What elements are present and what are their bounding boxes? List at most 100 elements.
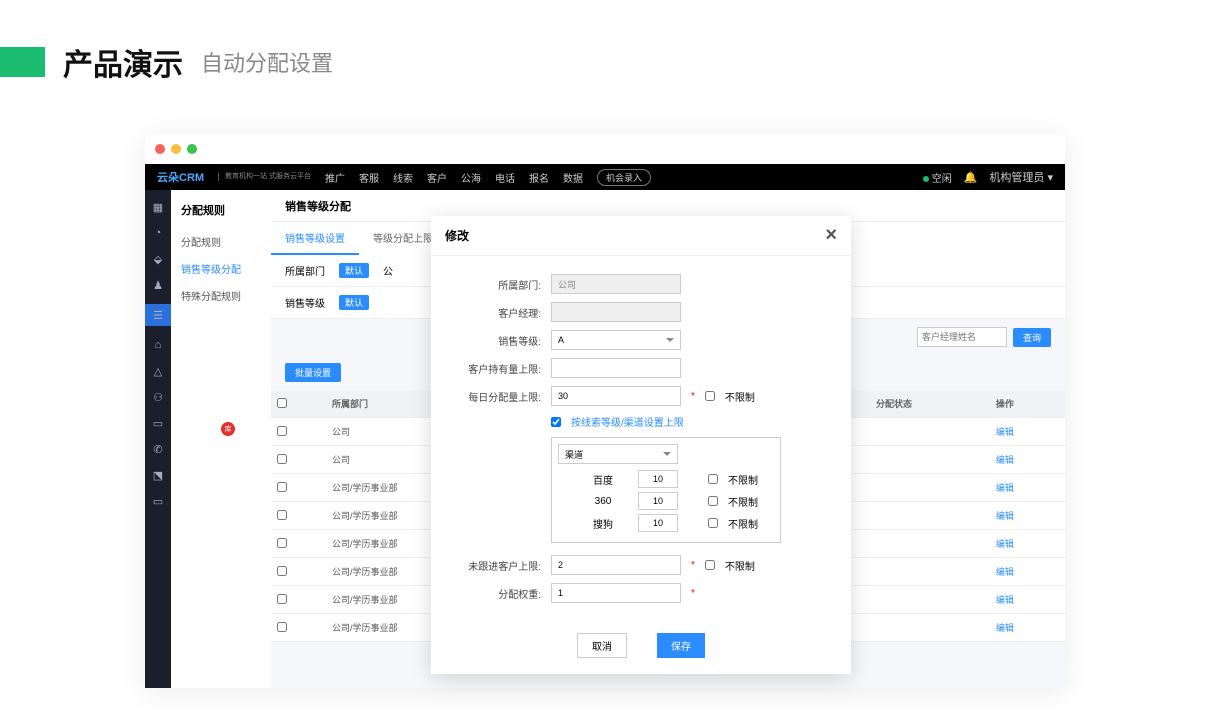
batch-set-button[interactable]: 批量设置 (285, 363, 341, 382)
top-nav: 云朵CRM 教育机构一站 式服务云平台 推广 客服 线索 客户 公海 电话 报名… (145, 164, 1065, 190)
save-button[interactable]: 保存 (657, 633, 705, 658)
logo-subtitle: 教育机构一站 式服务云平台 (218, 173, 311, 181)
input-unfollow[interactable] (551, 555, 681, 575)
channel-nolimit-cb[interactable] (708, 518, 718, 528)
row-checkbox[interactable] (277, 622, 287, 632)
row-checkbox[interactable] (277, 594, 287, 604)
edit-link[interactable]: 编辑 (990, 474, 1065, 502)
rail-dashboard-icon[interactable]: ▦ (151, 200, 165, 214)
edit-modal: 修改 × 所属部门: 客户经理: 销售等级: A 客户持有量上限: (431, 216, 851, 674)
sidebar-title: 分配规则 (171, 202, 271, 228)
nav-leads[interactable]: 线索 (393, 170, 413, 185)
edit-link[interactable]: 编辑 (990, 558, 1065, 586)
filter-dept-label: 所属部门 (285, 263, 325, 278)
rail-card-icon[interactable]: ▭ (151, 494, 165, 508)
edit-link[interactable]: 编辑 (990, 530, 1065, 558)
tab-level-setting[interactable]: 销售等级设置 (271, 222, 359, 255)
icon-rail: ▦ ◔ ⬙ ♟ ☰ ⌂ △ ⚇ ▭ ✆ ⬔ ▭ (145, 190, 171, 688)
channel-nolimit-cb[interactable] (708, 474, 718, 484)
cb-by-channel[interactable] (551, 417, 561, 427)
label-hold: 客户持有量上限: (451, 361, 541, 376)
edit-link[interactable]: 编辑 (990, 614, 1065, 642)
user-menu[interactable]: 机构管理员 ▾ (989, 169, 1053, 185)
label-dept: 所属部门: (451, 277, 541, 292)
channel-box: 渠道 百度不限制360不限制搜狗不限制 (551, 437, 781, 543)
float-badge[interactable]: 库 (221, 422, 235, 436)
cb-unfollow-nolimit[interactable] (705, 560, 715, 570)
input-manager (551, 302, 681, 322)
label-level: 销售等级: (451, 333, 541, 348)
rail-assign-icon[interactable]: ☰ (145, 304, 171, 326)
row-checkbox[interactable] (277, 538, 287, 548)
cb-daily-nolimit[interactable] (705, 391, 715, 401)
cancel-button[interactable]: 取消 (577, 633, 627, 658)
label-daily: 每日分配量上限: (451, 389, 541, 404)
rail-user-icon[interactable]: ♟ (151, 278, 165, 292)
row-checkbox[interactable] (277, 482, 287, 492)
nav-data[interactable]: 数据 (563, 170, 583, 185)
th-action: 操作 (990, 390, 1065, 418)
edit-link[interactable]: 编辑 (990, 418, 1065, 446)
search-button[interactable]: 查询 (1013, 328, 1051, 347)
filter-level-label: 销售等级 (285, 295, 325, 310)
edit-link[interactable]: 编辑 (990, 446, 1065, 474)
label-weight: 分配权重: (451, 586, 541, 601)
channel-input[interactable] (638, 514, 678, 532)
row-checkbox[interactable] (277, 454, 287, 464)
input-hold[interactable] (551, 358, 681, 378)
channel-name: 百度 (578, 472, 628, 487)
select-channel[interactable]: 渠道 (558, 444, 678, 464)
rail-chart-icon[interactable]: ⬙ (151, 252, 165, 266)
filter-dept-tag[interactable]: 默认 (339, 263, 369, 278)
th-checkbox[interactable] (271, 390, 326, 418)
nav-pool[interactable]: 公海 (461, 170, 481, 185)
edit-link[interactable]: 编辑 (990, 502, 1065, 530)
channel-name: 360 (578, 496, 628, 507)
label-manager: 客户经理: (451, 305, 541, 320)
input-weight[interactable] (551, 583, 681, 603)
channel-nolimit-label: 不限制 (728, 494, 758, 509)
channel-input[interactable] (638, 492, 678, 510)
row-checkbox[interactable] (277, 510, 287, 520)
rail-doc-icon[interactable]: ▭ (151, 416, 165, 430)
nav-promo[interactable]: 推广 (325, 170, 345, 185)
select-level[interactable]: A (551, 330, 681, 350)
rail-warn-icon[interactable]: △ (151, 364, 165, 378)
search-input[interactable] (917, 327, 1007, 347)
app-window: 云朵CRM 教育机构一站 式服务云平台 推广 客服 线索 客户 公海 电话 报名… (145, 134, 1065, 688)
logo: 云朵CRM (157, 169, 204, 185)
status-indicator: 空闲 (923, 170, 952, 185)
close-dot[interactable] (155, 144, 165, 154)
channel-nolimit-label: 不限制 (728, 516, 758, 531)
nav-phone[interactable]: 电话 (495, 170, 515, 185)
rail-person-icon[interactable]: ⚇ (151, 390, 165, 404)
sidebar-item-rules[interactable]: 分配规则 (171, 228, 271, 255)
opportunity-entry-button[interactable]: 机会录入 (597, 169, 651, 186)
rail-phone-icon[interactable]: ✆ (151, 442, 165, 456)
nav-signup[interactable]: 报名 (529, 170, 549, 185)
input-dept (551, 274, 681, 294)
nav-customers[interactable]: 客户 (427, 170, 447, 185)
rail-home-icon[interactable]: ⌂ (151, 338, 165, 352)
label-unfollow: 未跟进客户上限: (451, 558, 541, 573)
window-titlebar (145, 134, 1065, 164)
minimize-dot[interactable] (171, 144, 181, 154)
channel-nolimit-cb[interactable] (708, 496, 718, 506)
channel-input[interactable] (638, 470, 678, 488)
maximize-dot[interactable] (187, 144, 197, 154)
sidebar-item-special[interactable]: 特殊分配规则 (171, 282, 271, 309)
row-checkbox[interactable] (277, 566, 287, 576)
sidebar-item-level[interactable]: 销售等级分配 (171, 255, 271, 282)
edit-link[interactable]: 编辑 (990, 586, 1065, 614)
row-checkbox[interactable] (277, 426, 287, 436)
label-nolimit-2: 不限制 (725, 558, 755, 573)
filter-level-tag[interactable]: 默认 (339, 295, 369, 310)
close-icon[interactable]: × (825, 224, 837, 247)
rail-tag-icon[interactable]: ⬔ (151, 468, 165, 482)
bell-icon[interactable]: 🔔 (964, 171, 978, 184)
rail-shield-icon[interactable]: ◔ (151, 226, 165, 240)
page-title: 产品演示 (63, 40, 183, 84)
nav-support[interactable]: 客服 (359, 170, 379, 185)
label-by-channel: 按线索等级/渠道设置上限 (571, 414, 684, 429)
input-daily[interactable] (551, 386, 681, 406)
